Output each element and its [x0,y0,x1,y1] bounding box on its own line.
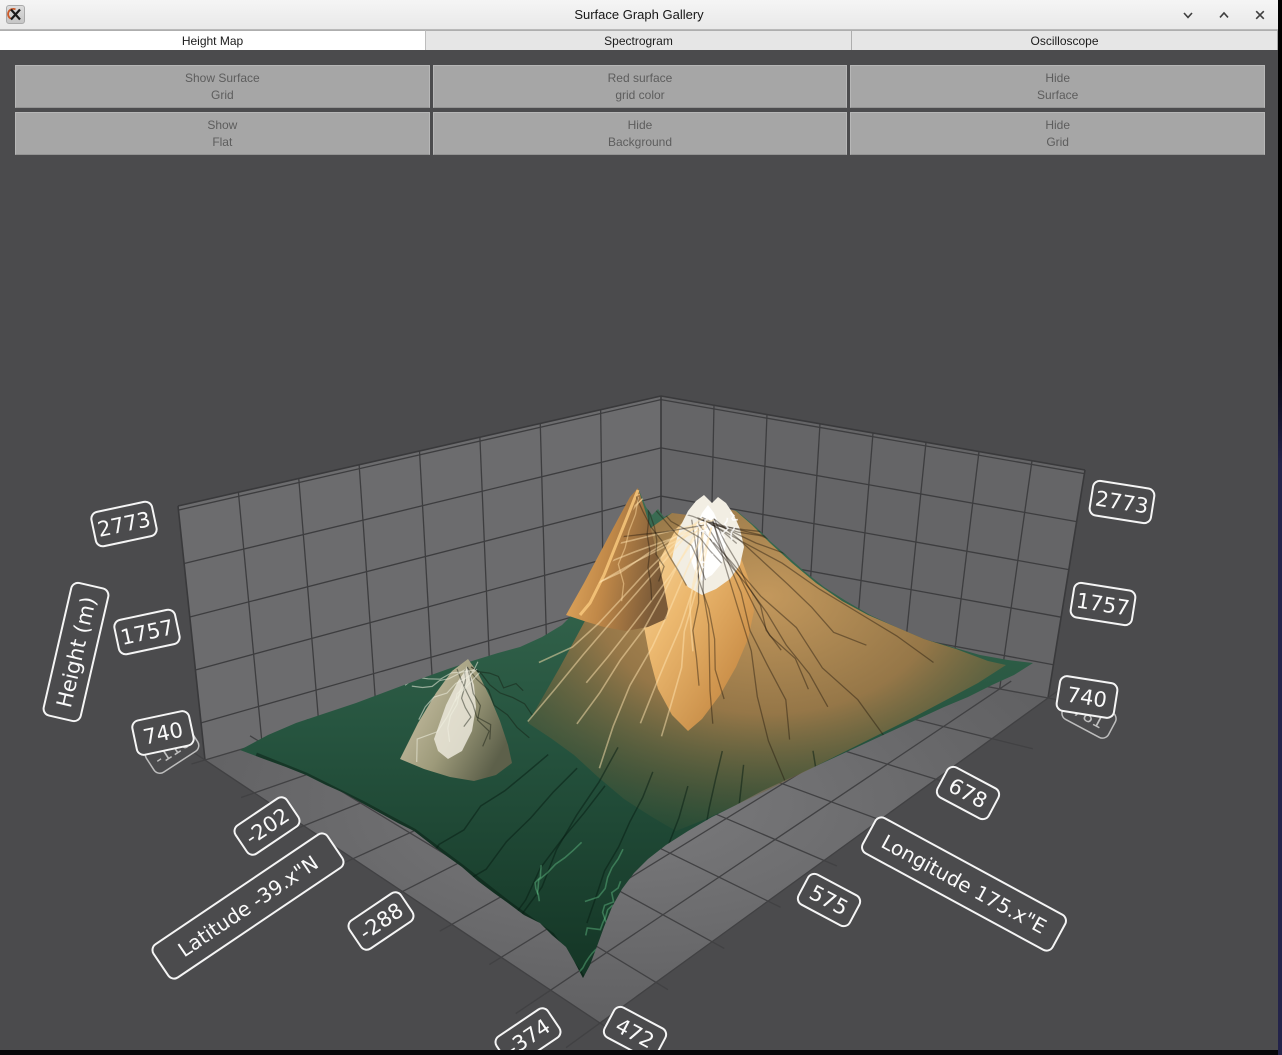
button-label: Flat [212,134,232,151]
surface-plot-canvas[interactable]: -11678127731757740Height (m)27731757740-… [0,155,1278,1050]
hide-background-button[interactable]: Hide Background [433,112,848,155]
tab-oscilloscope[interactable]: Oscilloscope [852,30,1278,51]
tab-bar: Height Map Spectrogram Oscilloscope [0,30,1278,51]
chevron-down-icon [1181,8,1195,22]
button-label: Show [207,117,237,134]
button-label: Hide [1045,70,1070,87]
hide-surface-button[interactable]: Hide Surface [850,65,1265,108]
tab-height-map[interactable]: Height Map [0,30,426,51]
minimize-button[interactable] [1180,7,1196,23]
button-label: Show Surface [185,70,260,87]
window-title: Surface Graph Gallery [0,0,1278,29]
button-label: Surface [1037,87,1078,104]
tab-spectrogram[interactable]: Spectrogram [426,30,852,51]
button-label: Hide [1045,117,1070,134]
button-label: Hide [628,117,653,134]
surface-grid-color-button[interactable]: Red surface grid color [433,65,848,108]
chevron-up-icon [1217,8,1231,22]
button-label: Grid [1046,134,1069,151]
hide-grid-button[interactable]: Hide Grid [850,112,1265,155]
button-label: grid color [615,87,664,104]
desktop: { "window": { "title": "Surface Graph Ga… [0,0,1282,1055]
close-button[interactable] [1252,7,1268,23]
title-bar[interactable]: Surface Graph Gallery [0,0,1278,30]
show-surface-grid-button[interactable]: Show Surface Grid [15,65,430,108]
button-label: Background [608,134,672,151]
button-label: Grid [211,87,234,104]
desktop-edge [1278,0,1282,1055]
button-label: Red surface [608,70,673,87]
height-map-page: Show Surface Grid Red surface grid color… [0,50,1278,1050]
close-x-icon [1253,8,1267,22]
maximize-button[interactable] [1216,7,1232,23]
window-controls [1180,0,1268,29]
show-flat-button[interactable]: Show Flat [15,112,430,155]
toolbar: Show Surface Grid Red surface grid color… [15,65,1265,155]
app-window: Surface Graph Gallery Height Map Spectro… [0,0,1278,1050]
